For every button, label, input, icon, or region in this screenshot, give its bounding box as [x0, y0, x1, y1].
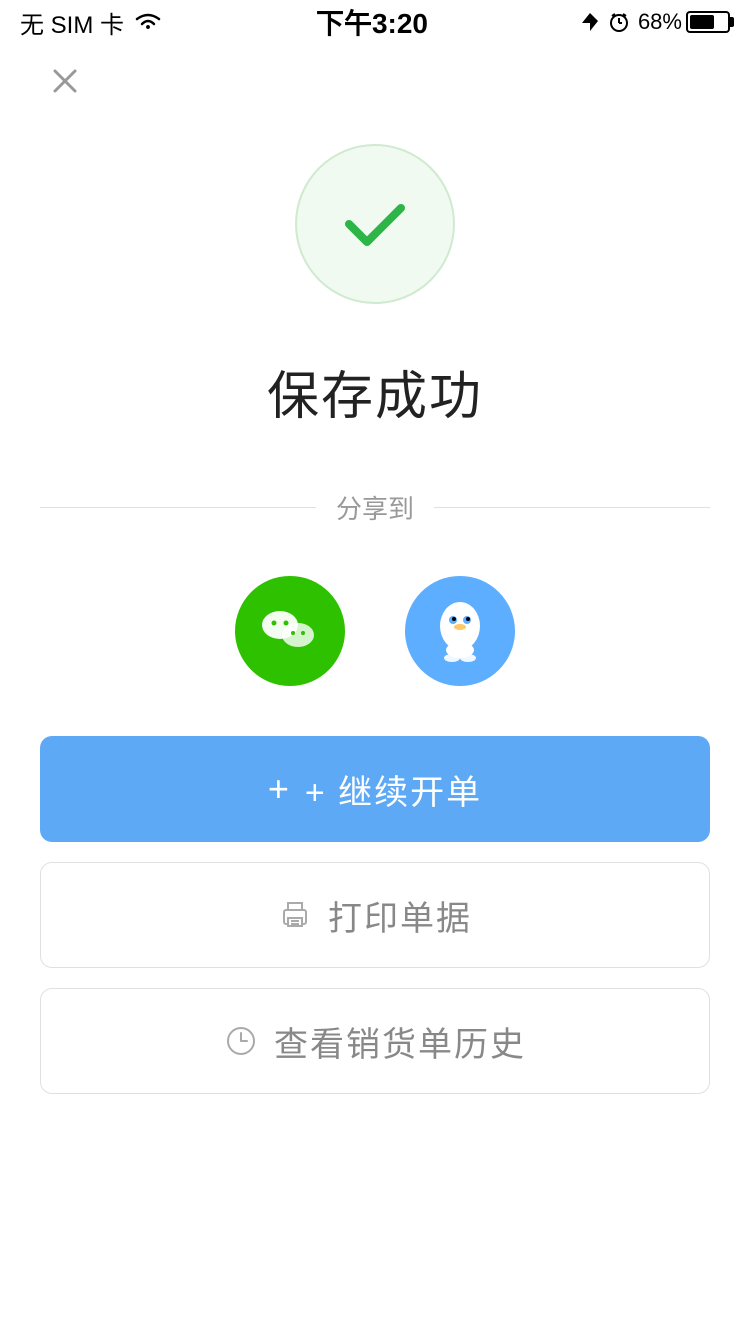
no-sim-text: 无 SIM 卡: [20, 5, 124, 40]
qq-icon: [430, 596, 490, 666]
success-title: 保存成功: [267, 354, 483, 429]
divider-line-left: [40, 507, 316, 508]
print-label: 打印单据: [328, 891, 472, 940]
share-qq-button[interactable]: [405, 576, 515, 686]
success-icon-circle: [295, 144, 455, 304]
share-icons-row: [40, 576, 710, 686]
continue-label: + 继续开单: [305, 765, 482, 814]
status-bar: 无 SIM 卡 下午3:20 68%: [0, 0, 750, 44]
main-content: 保存成功 分享到: [0, 44, 750, 1094]
history-button[interactable]: 查看销货单历史: [40, 988, 710, 1094]
share-label: 分享到: [336, 489, 414, 526]
status-left: 无 SIM 卡: [20, 5, 164, 40]
battery-icon: [686, 11, 730, 33]
print-button[interactable]: 打印单据: [40, 862, 710, 968]
print-icon: [278, 898, 312, 932]
checkmark-icon: [335, 184, 415, 264]
battery-percentage: 68%: [638, 9, 682, 35]
status-time: 下午3:20: [316, 2, 428, 42]
location-icon: [580, 11, 600, 33]
divider-line-right: [434, 507, 710, 508]
status-right: 68%: [580, 9, 730, 35]
history-label: 查看销货单历史: [274, 1017, 526, 1066]
battery-indicator: 68%: [638, 9, 730, 35]
share-section: 分享到: [0, 489, 750, 686]
history-icon: [224, 1024, 258, 1058]
continue-button[interactable]: + + 继续开单: [40, 736, 710, 842]
close-icon: [49, 65, 81, 97]
continue-icon: +: [268, 768, 289, 810]
share-wechat-button[interactable]: [235, 576, 345, 686]
alarm-icon: [608, 11, 630, 33]
share-divider: 分享到: [40, 489, 710, 526]
close-button[interactable]: [40, 56, 90, 106]
wifi-icon: [132, 11, 164, 33]
wechat-icon: [258, 603, 322, 659]
action-buttons: + + 继续开单 打印单据 查看销货单历史: [0, 736, 750, 1094]
